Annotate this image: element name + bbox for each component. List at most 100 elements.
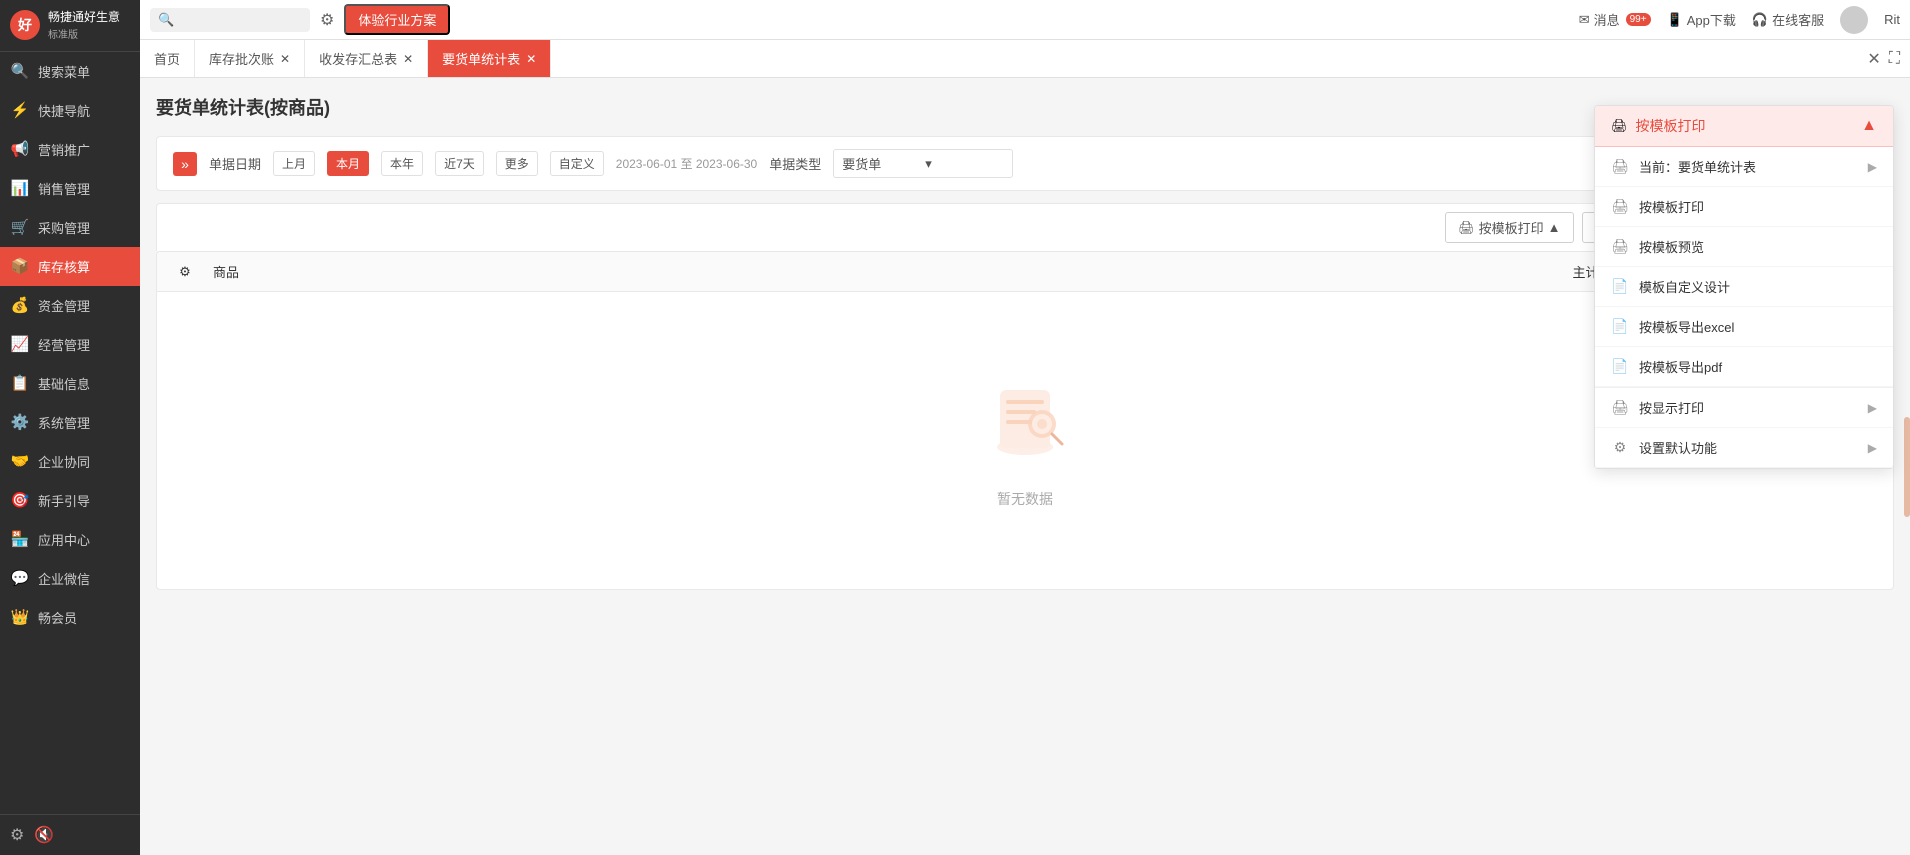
sidebar-item-search[interactable]: 🔍 搜索菜单	[0, 52, 140, 91]
dropdown-item-current[interactable]: 🖨 当前：要货单统计表 ▶	[1595, 147, 1893, 187]
dropdown-item-export-pdf-label: 按模板导出pdf	[1639, 357, 1722, 376]
wechat-icon: 💬	[10, 569, 30, 587]
online-service-label: 在线客服	[1772, 10, 1824, 29]
main-area: 🔍 ⚙ 体验行业方案 ✉ 消息 99+ 📱 App下载 🎧 在线客服 Rit	[140, 0, 1910, 855]
dropdown-print-icon: 🖨	[1611, 118, 1628, 134]
right-scrollbar[interactable]	[1904, 417, 1910, 517]
sidebar-item-appstore[interactable]: 🏪 应用中心	[0, 520, 140, 559]
tab-batch-account-label: 库存批次账	[209, 49, 274, 68]
printer-sm-icon: 🖨	[1611, 158, 1629, 175]
sidebar-item-enterprise[interactable]: 🤝 企业协同	[0, 442, 140, 481]
col-goods: 商品	[205, 252, 1545, 291]
sidebar-item-label: 资金管理	[38, 296, 90, 315]
sidebar: 好 畅捷通好生意 标准版 🔍 搜索菜单 ⚡ 快捷导航 📢 营销推广 📊 销售管理…	[0, 0, 140, 855]
topbar-search-input[interactable]	[180, 13, 300, 27]
dropdown-item-template-print-label: 按模板打印	[1639, 197, 1704, 216]
dropdown-arrow-icon: ▶	[1868, 160, 1877, 174]
tab-window-controls: ✕ ⛶	[1867, 49, 1910, 69]
filter-expand-left-btn[interactable]: »	[173, 152, 197, 176]
tab-home[interactable]: 首页	[140, 40, 195, 77]
sidebar-item-finance[interactable]: 💰 资金管理	[0, 286, 140, 325]
pdf-icon: 📄	[1611, 358, 1629, 375]
dropdown-item-template-preview[interactable]: 🖨 按模板预览	[1595, 227, 1893, 267]
col-setting[interactable]: ⚙	[165, 254, 205, 290]
tab-collection-summary-close[interactable]: ✕	[403, 52, 413, 66]
dropdown-item-template-print[interactable]: 🖨 按模板打印	[1595, 187, 1893, 227]
message-badge: 99+	[1626, 13, 1651, 26]
sidebar-item-label: 经营管理	[38, 335, 90, 354]
app-download-icon: 📱	[1667, 12, 1683, 28]
tab-order-stats[interactable]: 要货单统计表 ✕	[428, 40, 551, 77]
date-btn-prev-month[interactable]: 上月	[273, 151, 315, 176]
topbar-search-icon: 🔍	[158, 12, 174, 28]
sidebar-item-quick-nav[interactable]: ⚡ 快捷导航	[0, 91, 140, 130]
dropdown-item-export-pdf[interactable]: 📄 按模板导出pdf	[1595, 347, 1893, 387]
settings-footer-icon[interactable]: ⚙	[10, 825, 24, 845]
message-item[interactable]: ✉ 消息 99+	[1579, 10, 1651, 29]
tab-collection-summary[interactable]: 收发存汇总表 ✕	[305, 40, 428, 77]
sales-icon: 📊	[10, 179, 30, 197]
dropdown-item-display-print[interactable]: 🖨 按显示打印 ▶	[1595, 388, 1893, 428]
dropdown-item-export-excel[interactable]: 📄 按模板导出excel	[1595, 307, 1893, 347]
dropdown-close-btn[interactable]: ▲	[1861, 117, 1877, 135]
type-select-value: 要货单	[842, 154, 921, 173]
tab-batch-account-close[interactable]: ✕	[280, 52, 290, 66]
sidebar-item-label: 畅会员	[38, 608, 77, 627]
tab-batch-account[interactable]: 库存批次账 ✕	[195, 40, 305, 77]
topbar-gear-icon[interactable]: ⚙	[320, 10, 334, 30]
finance-icon: 💰	[10, 296, 30, 314]
operation-icon: 📈	[10, 335, 30, 353]
tab-bar: 首页 库存批次账 ✕ 收发存汇总表 ✕ 要货单统计表 ✕ ✕ ⛶	[140, 40, 1910, 78]
logo-icon: 好	[10, 10, 40, 40]
dropdown-title: 按模板打印	[1636, 116, 1854, 136]
avatar[interactable]	[1840, 6, 1868, 34]
app-name: 畅捷通好生意	[48, 10, 120, 26]
inventory-icon: 📦	[10, 257, 30, 275]
type-select[interactable]: 要货单 ▾	[833, 149, 1013, 178]
date-btn-last7days[interactable]: 近7天	[435, 151, 484, 176]
default-func-icon: ⚙	[1611, 439, 1629, 456]
online-service-item[interactable]: 🎧 在线客服	[1752, 10, 1824, 29]
display-print-icon: 🖨	[1611, 399, 1629, 416]
date-btn-custom[interactable]: 自定义	[550, 151, 604, 176]
app-download-item[interactable]: 📱 App下载	[1667, 10, 1736, 29]
sidebar-item-guide[interactable]: 🎯 新手引导	[0, 481, 140, 520]
sidebar-item-basic[interactable]: 📋 基础信息	[0, 364, 140, 403]
date-btn-current-month[interactable]: 本月	[327, 151, 369, 176]
sidebar-item-operation[interactable]: 📈 经营管理	[0, 325, 140, 364]
date-btn-current-year[interactable]: 本年	[381, 151, 423, 176]
sidebar-item-purchase[interactable]: 🛒 采购管理	[0, 208, 140, 247]
sidebar-item-vip[interactable]: 👑 畅会员	[0, 598, 140, 637]
sidebar-item-label: 应用中心	[38, 530, 90, 549]
topbar-search-box[interactable]: 🔍	[150, 8, 310, 32]
sidebar-item-label: 库存核算	[38, 257, 90, 276]
sidebar-item-system[interactable]: ⚙️ 系统管理	[0, 403, 140, 442]
sidebar-item-label: 搜索菜单	[38, 62, 90, 81]
sidebar-item-marketing[interactable]: 📢 营销推广	[0, 130, 140, 169]
dropdown-item-template-design[interactable]: 📄 模板自定义设计	[1595, 267, 1893, 307]
dropdown-item-display-print-label: 按显示打印	[1639, 398, 1704, 417]
appstore-icon: 🏪	[10, 530, 30, 548]
date-btn-more[interactable]: 更多	[496, 151, 538, 176]
sidebar-item-label: 基础信息	[38, 374, 90, 393]
sidebar-item-inventory[interactable]: 📦 库存核算	[0, 247, 140, 286]
tab-order-stats-close[interactable]: ✕	[526, 52, 536, 66]
trial-button[interactable]: 体验行业方案	[344, 4, 450, 35]
sidebar-item-sales[interactable]: 📊 销售管理	[0, 169, 140, 208]
tab-order-stats-label: 要货单统计表	[442, 49, 520, 68]
app-download-label: App下载	[1687, 10, 1736, 29]
dropdown-item-template-design-label: 模板自定义设计	[1639, 277, 1730, 296]
print-template-btn[interactable]: 🖨 按模板打印 ▲	[1445, 212, 1573, 243]
display-print-arrow: ▶	[1868, 401, 1877, 415]
sidebar-item-label: 企业微信	[38, 569, 90, 588]
dropdown-item-default-func[interactable]: ⚙ 设置默认功能 ▶	[1595, 428, 1893, 468]
window-close-icon[interactable]: ✕	[1867, 49, 1880, 69]
sound-footer-icon[interactable]: 🔇	[34, 825, 54, 845]
sidebar-item-wechat[interactable]: 💬 企业微信	[0, 559, 140, 598]
guide-icon: 🎯	[10, 491, 30, 509]
sidebar-item-label: 系统管理	[38, 413, 90, 432]
date-range-text: 2023-06-01 至 2023-06-30	[616, 155, 757, 172]
empty-icon	[980, 372, 1070, 477]
window-maximize-icon[interactable]: ⛶	[1889, 50, 1900, 68]
sidebar-item-label: 新手引导	[38, 491, 90, 510]
